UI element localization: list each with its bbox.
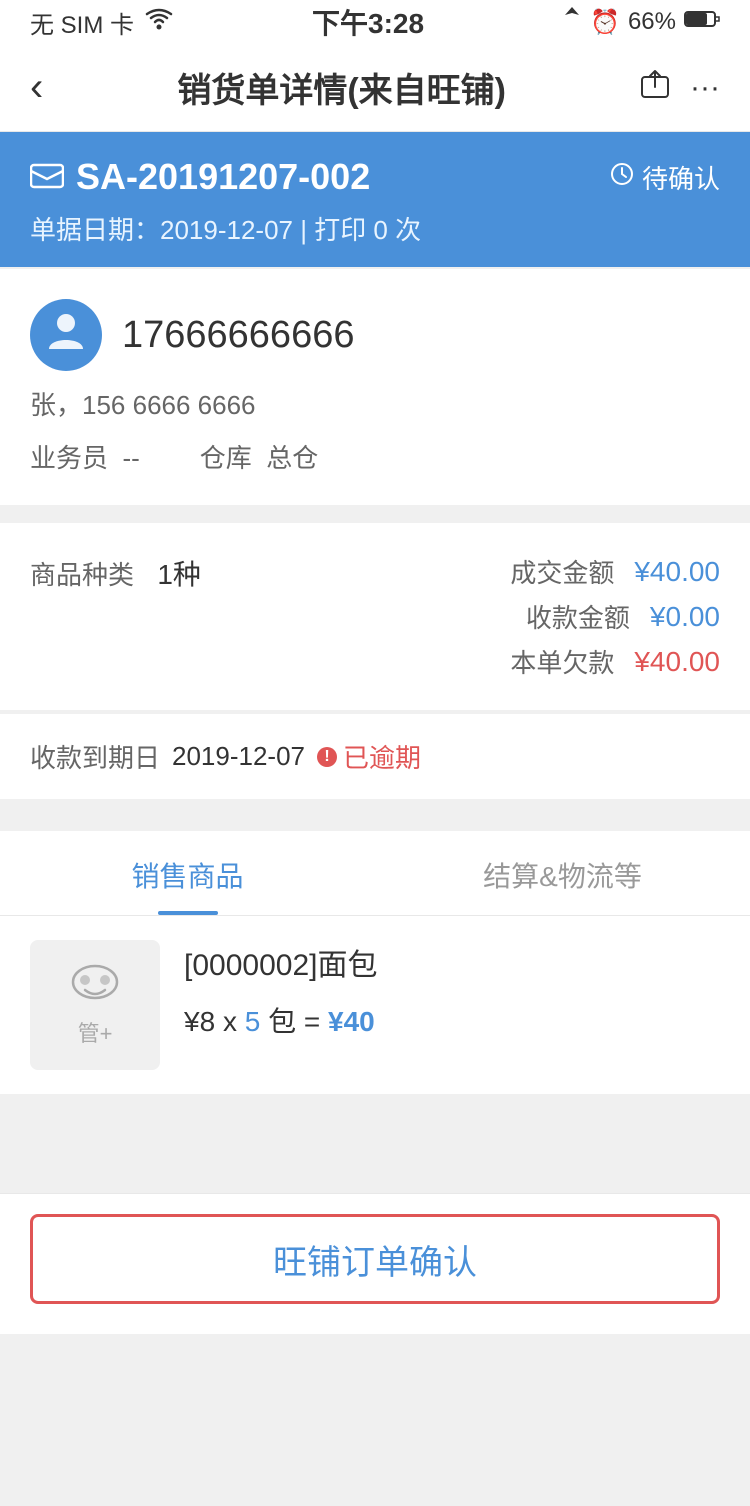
equals-sign: = bbox=[304, 1006, 328, 1037]
status-text: 待确认 bbox=[642, 159, 720, 196]
tab-products-label: 销售商品 bbox=[131, 861, 243, 892]
overdue-dot-icon: ! bbox=[317, 747, 337, 767]
product-type-row: 商品种类 1种 bbox=[30, 553, 201, 593]
nav-right: ··· bbox=[640, 69, 720, 107]
tab-settlement-label: 结算&物流等 bbox=[483, 861, 642, 892]
status-time: 下午3:28 bbox=[312, 2, 424, 42]
warehouse-value: 总仓 bbox=[266, 443, 318, 473]
customer-phone: 17666666666 bbox=[122, 314, 354, 357]
salesperson-label: 业务员 -- bbox=[30, 438, 140, 475]
clock-icon bbox=[610, 162, 634, 193]
product-name: [0000002]面包 bbox=[184, 940, 720, 984]
person-icon bbox=[45, 309, 87, 361]
order-date: 单据日期：2019-12-07 | 打印 0 次 bbox=[30, 210, 720, 247]
battery-text: 66% bbox=[628, 8, 676, 36]
salesperson-value: -- bbox=[122, 443, 139, 473]
unit-price: ¥8 bbox=[184, 1006, 215, 1037]
overdue-section: 收款到期日 2019-12-07 ! 已逾期 bbox=[0, 714, 750, 799]
owed-amount-value: ¥40.00 bbox=[634, 646, 720, 678]
product-type-value: 1种 bbox=[157, 559, 201, 590]
quantity: 5 bbox=[245, 1006, 261, 1037]
order-status: 待确认 bbox=[610, 159, 720, 196]
nav-left: ‹ bbox=[30, 65, 43, 110]
summary-section: 商品种类 1种 成交金额 ¥40.00 收款金额 ¥0.00 本单欠款 ¥40.… bbox=[0, 523, 750, 710]
warehouse-label: 仓库 总仓 bbox=[200, 438, 318, 475]
received-amount-value: ¥0.00 bbox=[650, 601, 720, 633]
overdue-status: 已逾期 bbox=[343, 738, 421, 775]
order-icon bbox=[30, 156, 64, 198]
status-bar: 无 SIM 卡 下午3:28 ⏰ 66% bbox=[0, 0, 750, 44]
more-icon[interactable]: ··· bbox=[690, 71, 720, 105]
product-thumbnail: 管+ bbox=[30, 940, 160, 1070]
transaction-amount-label: 成交金额 bbox=[510, 553, 614, 590]
summary-left: 商品种类 1种 bbox=[30, 553, 201, 593]
back-button[interactable]: ‹ bbox=[30, 65, 43, 110]
received-amount-row: 收款金额 ¥0.00 bbox=[526, 598, 720, 635]
product-code: [0000002] bbox=[184, 949, 317, 982]
product-title: 面包 bbox=[317, 949, 377, 982]
total-price: ¥40 bbox=[328, 1006, 375, 1037]
tab-settlement[interactable]: 结算&物流等 bbox=[375, 831, 750, 915]
tabs-section: 销售商品 结算&物流等 bbox=[0, 831, 750, 916]
summary-right: 成交金额 ¥40.00 收款金额 ¥0.00 本单欠款 ¥40.00 bbox=[510, 553, 720, 680]
customer-meta: 业务员 -- 仓库 总仓 bbox=[30, 438, 720, 475]
nav-bar: ‹ 销货单详情(来自旺铺) ··· bbox=[0, 44, 750, 132]
order-id: SA-20191207-002 bbox=[30, 156, 370, 198]
share-icon[interactable] bbox=[640, 69, 670, 107]
overdue-badge: ! 已逾期 bbox=[317, 738, 421, 775]
product-section: 管+ [0000002]面包 ¥8 x 5 包 = ¥40 bbox=[0, 916, 750, 1094]
alarm-icon: ⏰ bbox=[590, 8, 620, 37]
tab-products[interactable]: 销售商品 bbox=[0, 831, 375, 915]
divider-1 bbox=[0, 507, 750, 523]
product-type-label: 商品种类 bbox=[30, 560, 134, 590]
wifi-icon bbox=[144, 8, 174, 37]
bottom-spacer bbox=[0, 1376, 750, 1506]
status-right: ⏰ 66% bbox=[562, 7, 720, 38]
status-left: 无 SIM 卡 bbox=[30, 5, 174, 40]
overdue-label: 收款到期日 bbox=[30, 738, 160, 775]
transaction-amount-value: ¥40.00 bbox=[634, 556, 720, 588]
sim-status: 无 SIM 卡 bbox=[30, 5, 134, 40]
owed-amount-row: 本单欠款 ¥40.00 bbox=[510, 643, 720, 680]
customer-section: 17666666666 张，156 6666 6666 业务员 -- 仓库 总仓 bbox=[0, 269, 750, 505]
multiply-sign: x bbox=[223, 1006, 245, 1037]
page-title: 销货单详情(来自旺铺) bbox=[177, 63, 506, 112]
customer-name: 张，156 6666 6666 bbox=[30, 385, 720, 422]
header-card: SA-20191207-002 待确认 单据日期：2019-12-07 | 打印… bbox=[0, 132, 750, 267]
unit: 包 bbox=[268, 1006, 296, 1037]
avatar bbox=[30, 299, 102, 371]
bottom-bar: 旺铺订单确认 bbox=[0, 1193, 750, 1334]
product-price: ¥8 x 5 包 = ¥40 bbox=[184, 1000, 720, 1040]
product-info: [0000002]面包 ¥8 x 5 包 = ¥40 bbox=[184, 940, 720, 1040]
battery-icon bbox=[684, 8, 720, 36]
order-number: SA-20191207-002 bbox=[76, 156, 370, 198]
transaction-amount-row: 成交金额 ¥40.00 bbox=[510, 553, 720, 590]
owed-amount-label: 本单欠款 bbox=[510, 643, 614, 680]
location-icon bbox=[562, 7, 582, 38]
confirm-button[interactable]: 旺铺订单确认 bbox=[30, 1214, 720, 1304]
received-amount-label: 收款金额 bbox=[526, 598, 630, 635]
brand-plus-text: 管+ bbox=[78, 1016, 113, 1048]
divider-3 bbox=[0, 815, 750, 831]
overdue-date: 2019-12-07 bbox=[172, 741, 305, 772]
